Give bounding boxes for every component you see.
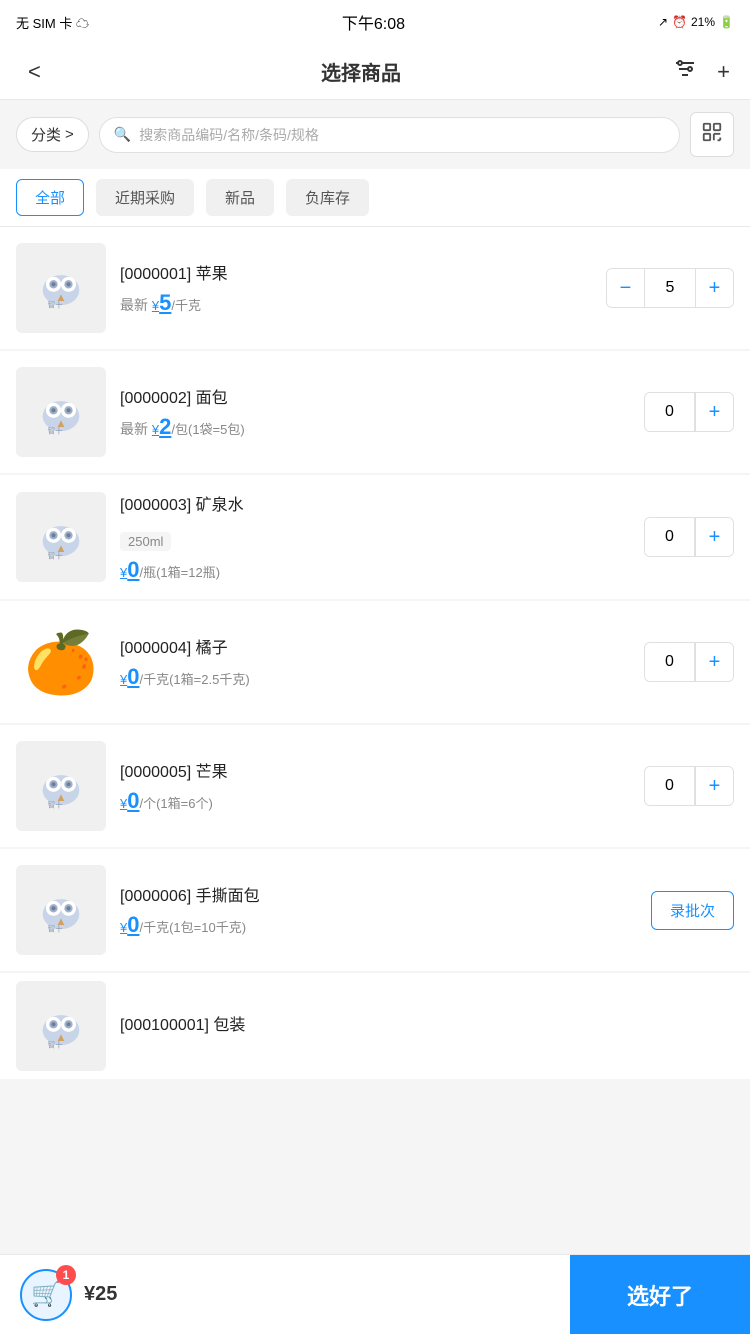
product-price: 最新 ¥2/包(1袋=5包) bbox=[120, 414, 630, 440]
product-name: [0000005] 芒果 bbox=[120, 758, 630, 782]
battery-level: 21% bbox=[691, 15, 715, 29]
product-thumbnail: 智十 bbox=[16, 741, 106, 831]
scan-button[interactable] bbox=[690, 112, 734, 157]
product-info: [0000006] 手撕面包 ¥0/千克(1包=10千克) bbox=[120, 882, 637, 938]
tab-new[interactable]: 新品 bbox=[206, 179, 274, 216]
category-button[interactable]: 分类 > bbox=[16, 117, 89, 152]
product-price: ¥0/瓶(1箱=12瓶) bbox=[120, 557, 630, 583]
confirm-button[interactable]: 选好了 bbox=[570, 1255, 750, 1334]
product-price: ¥0/千克(1包=10千克) bbox=[120, 912, 637, 938]
product-thumbnail: 智十 bbox=[16, 865, 106, 955]
battery-icon: 🔋 bbox=[719, 15, 734, 29]
batch-button[interactable]: 录批次 bbox=[651, 891, 734, 930]
quantity-control: + bbox=[644, 517, 734, 557]
status-bar: 无 SIM 卡 ☁ 下午6:08 ↗ ⏰ 21% 🔋 bbox=[0, 0, 750, 44]
cart-icon: 🛒 bbox=[31, 1280, 61, 1309]
list-item: 智十 [000100001] 包装 bbox=[0, 973, 750, 1079]
tab-all[interactable]: 全部 bbox=[16, 179, 84, 216]
quantity-control: + bbox=[644, 766, 734, 806]
list-item: 智十 [0000003] 矿泉水 250ml ¥0/瓶(1箱=12瓶) + bbox=[0, 475, 750, 599]
bottom-bar: 🛒 1 ¥25 选好了 bbox=[0, 1254, 750, 1334]
product-name: [0000001] 苹果 bbox=[120, 260, 592, 284]
tab-recent[interactable]: 近期采购 bbox=[96, 179, 194, 216]
product-name: [0000004] 橘子 bbox=[120, 634, 630, 658]
list-item: 智十 [0000005] 芒果 ¥0/个(1箱=6个) + bbox=[0, 725, 750, 847]
svg-text:智十: 智十 bbox=[48, 924, 63, 934]
status-time: 下午6:08 bbox=[342, 10, 405, 34]
tab-bar: 全部 近期采购 新品 负库存 bbox=[0, 169, 750, 227]
search-icon: 🔍 bbox=[114, 126, 131, 143]
product-spec: 250ml bbox=[120, 532, 171, 551]
product-list: 智十 [0000001] 苹果 最新 ¥5/千克 − + bbox=[0, 227, 750, 1079]
quantity-input[interactable] bbox=[645, 767, 695, 805]
search-placeholder: 搜索商品编码/名称/条码/规格 bbox=[139, 125, 319, 145]
product-thumbnail: 智十 bbox=[16, 492, 106, 582]
product-thumbnail: 🍊 bbox=[16, 617, 106, 707]
cart-icon-wrap[interactable]: 🛒 1 bbox=[20, 1269, 72, 1321]
product-name: [0000006] 手撕面包 bbox=[120, 882, 637, 906]
product-info: [0000003] 矿泉水 250ml ¥0/瓶(1箱=12瓶) bbox=[120, 491, 630, 583]
page-title: 选择商品 bbox=[321, 57, 401, 86]
product-price: ¥0/千克(1箱=2.5千克) bbox=[120, 664, 630, 690]
filter-search-row: 分类 > 🔍 搜索商品编码/名称/条码/规格 bbox=[0, 100, 750, 169]
svg-text:智十: 智十 bbox=[48, 551, 63, 561]
status-left: 无 SIM 卡 ☁ bbox=[16, 13, 89, 32]
quantity-input[interactable] bbox=[645, 269, 695, 307]
chevron-right-icon: > bbox=[65, 126, 74, 143]
increase-button[interactable]: + bbox=[695, 643, 733, 681]
product-thumbnail: 智十 bbox=[16, 981, 106, 1071]
sim-status: 无 SIM 卡 ☁ bbox=[16, 13, 89, 32]
nav-bar: < 选择商品 + bbox=[0, 44, 750, 100]
search-box[interactable]: 🔍 搜索商品编码/名称/条码/规格 bbox=[99, 117, 680, 153]
product-name: [0000002] 面包 bbox=[120, 384, 630, 408]
decrease-button[interactable]: − bbox=[607, 269, 645, 307]
quantity-control: + bbox=[644, 392, 734, 432]
product-info: [0000004] 橘子 ¥0/千克(1箱=2.5千克) bbox=[120, 634, 630, 690]
product-info: [0000002] 面包 最新 ¥2/包(1袋=5包) bbox=[120, 384, 630, 440]
increase-button[interactable]: + bbox=[695, 393, 733, 431]
list-item: 🍊 [0000004] 橘子 ¥0/千克(1箱=2.5千克) + bbox=[0, 601, 750, 723]
back-button[interactable]: < bbox=[20, 51, 49, 93]
increase-button[interactable]: + bbox=[695, 767, 733, 805]
quantity-control: + bbox=[644, 642, 734, 682]
svg-text:智十: 智十 bbox=[48, 299, 63, 309]
location-icon: ↗ bbox=[658, 15, 668, 29]
svg-text:智十: 智十 bbox=[48, 1040, 63, 1050]
quantity-input[interactable] bbox=[645, 393, 695, 431]
product-price: 最新 ¥5/千克 bbox=[120, 290, 592, 316]
product-thumbnail: 智十 bbox=[16, 367, 106, 457]
alarm-icon: ⏰ bbox=[672, 15, 687, 29]
list-item: 智十 [0000006] 手撕面包 ¥0/千克(1包=10千克) 录批次 bbox=[0, 849, 750, 971]
cart-badge: 1 bbox=[56, 1265, 76, 1285]
quantity-input[interactable] bbox=[645, 518, 695, 556]
nav-actions: + bbox=[673, 57, 730, 87]
product-name: [000100001] 包装 bbox=[120, 1011, 734, 1035]
cart-section: 🛒 1 ¥25 bbox=[0, 1269, 570, 1321]
cart-total: ¥25 bbox=[84, 1283, 117, 1306]
product-info: [000100001] 包装 bbox=[120, 1011, 734, 1041]
increase-button[interactable]: + bbox=[695, 518, 733, 556]
product-info: [0000001] 苹果 最新 ¥5/千克 bbox=[120, 260, 592, 316]
add-button[interactable]: + bbox=[717, 59, 730, 85]
filter-icon[interactable] bbox=[673, 57, 697, 87]
quantity-control: − + bbox=[606, 268, 734, 308]
increase-button[interactable]: + bbox=[695, 269, 733, 307]
list-item: 智十 [0000001] 苹果 最新 ¥5/千克 − + bbox=[0, 227, 750, 349]
product-price: ¥0/个(1箱=6个) bbox=[120, 788, 630, 814]
tab-negative[interactable]: 负库存 bbox=[286, 179, 369, 216]
quantity-input[interactable] bbox=[645, 643, 695, 681]
product-thumbnail: 智十 bbox=[16, 243, 106, 333]
product-name: [0000003] 矿泉水 bbox=[120, 491, 630, 515]
svg-text:智十: 智十 bbox=[48, 800, 63, 810]
svg-text:智十: 智十 bbox=[48, 426, 63, 436]
status-right: ↗ ⏰ 21% 🔋 bbox=[658, 15, 734, 29]
owl-icon: 智十 bbox=[36, 261, 86, 316]
product-info: [0000005] 芒果 ¥0/个(1箱=6个) bbox=[120, 758, 630, 814]
list-item: 智十 [0000002] 面包 最新 ¥2/包(1袋=5包) + bbox=[0, 351, 750, 473]
